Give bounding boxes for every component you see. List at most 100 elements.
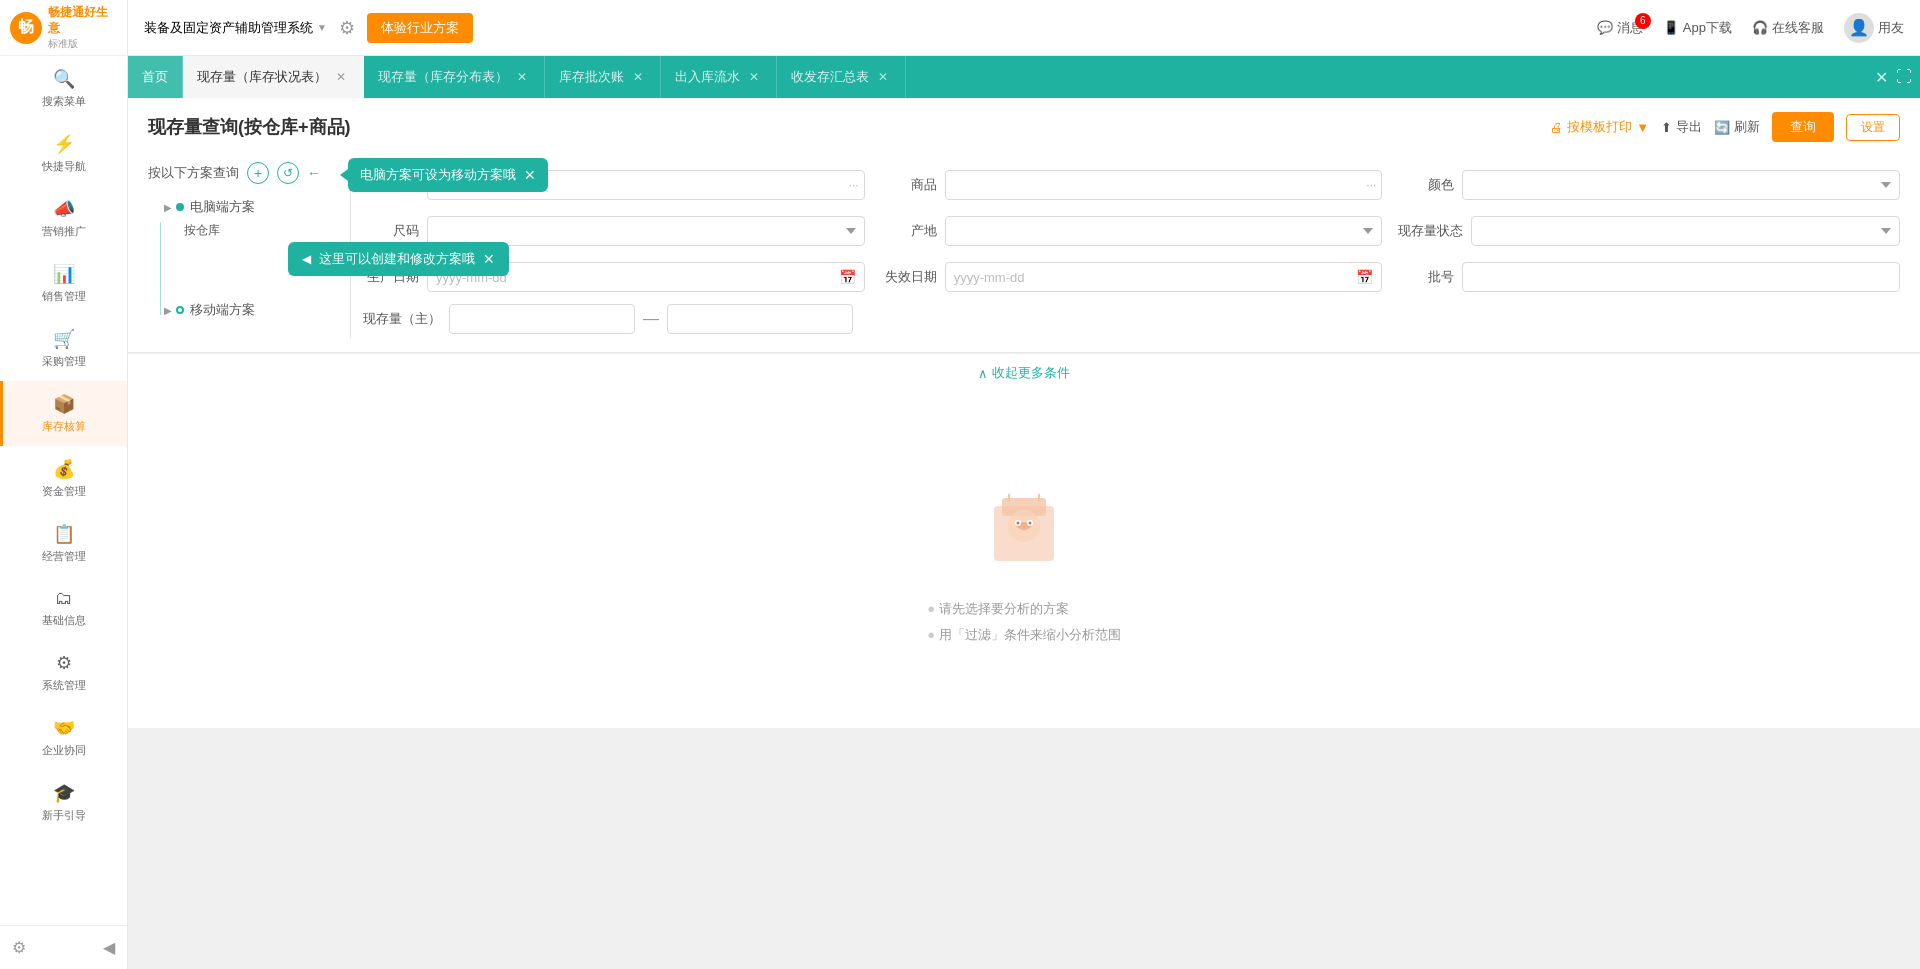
close-all-tabs-icon[interactable]: ✕ (1875, 68, 1888, 87)
experience-btn[interactable]: 体验行业方案 (367, 13, 473, 43)
logo-icon: 畅 (10, 12, 42, 44)
collapse-sidebar-icon[interactable]: ◀ (103, 938, 115, 957)
filter-exp-date: 失效日期 yyyy-mm-dd 📅 (881, 262, 1383, 292)
sidebar-item-inventory[interactable]: 📦 库存核算 (0, 381, 127, 446)
sidebar-item-purchase[interactable]: 🛒 采购管理 (0, 316, 127, 381)
empty-state: 请先选择要分析的方案 用「过滤」条件来缩小分析范围 (128, 396, 1920, 728)
sidebar-item-operations[interactable]: 📋 经营管理 (0, 511, 127, 576)
filter-stock-qty: 现存量（主） — (363, 304, 853, 334)
user-avatar-icon: 👤 (1849, 18, 1869, 37)
search-nav-icon: 🔍 (53, 68, 75, 90)
message-btn[interactable]: 💬 消息 6 (1597, 19, 1643, 37)
stock-status-label: 现存量状态 (1398, 222, 1463, 240)
sidebar-item-guide[interactable]: ⚡ 快捷导航 (0, 121, 127, 186)
add-schema-btn[interactable]: + (247, 162, 269, 184)
content-panel: 现存量查询(按仓库+商品) 🖨 按模板打印 ▼ ⬆ 导出 🔄 刷新 (128, 98, 1920, 728)
system-name: 装备及固定资产辅助管理系统 (144, 19, 313, 37)
page-title: 现存量查询(按仓库+商品) (148, 115, 351, 139)
refresh-icon: 🔄 (1714, 120, 1730, 135)
stock-status-select[interactable] (1471, 216, 1900, 246)
tab-close-inventory-status[interactable]: ✕ (333, 69, 349, 85)
origin-select[interactable] (945, 216, 1383, 246)
filter-row-1: 仓库 ··· 商品 ··· (363, 162, 1900, 208)
tab-close-recv-send[interactable]: ✕ (875, 69, 891, 85)
sidebar-item-search[interactable]: 🔍 搜索菜单 (0, 56, 127, 121)
refresh-btn[interactable]: 🔄 刷新 (1714, 118, 1760, 136)
settings-footer-icon[interactable]: ⚙ (12, 938, 26, 957)
inventory-icon: 📦 (53, 393, 75, 415)
system-icon: ⚙ (56, 652, 72, 674)
sidebar-logo: 畅 畅捷通好生意 标准版 (0, 0, 127, 56)
print-icon: 🖨 (1550, 120, 1563, 135)
mfg-date-calendar-icon: 📅 (839, 269, 856, 285)
guide-icon: ⚡ (53, 133, 75, 155)
settings-icon[interactable]: ⚙ (339, 17, 355, 39)
tooltip1-close-btn[interactable]: ✕ (524, 167, 536, 183)
sidebar-item-coop[interactable]: 🤝 企业协同 (0, 705, 127, 770)
refresh-schema-btn[interactable]: ↺ (277, 162, 299, 184)
tab-in-out-flow[interactable]: 出入库流水 ✕ (661, 56, 777, 98)
batch-input[interactable] (1462, 262, 1900, 292)
export-btn[interactable]: ⬆ 导出 (1661, 118, 1702, 136)
filter-batch: 批号 (1398, 262, 1900, 292)
print-template-btn[interactable]: 🖨 按模板打印 ▼ (1550, 118, 1649, 136)
filter-fields: 仓库 ··· 商品 ··· (363, 162, 1900, 338)
svg-point-6 (1029, 522, 1032, 525)
mobile-schema-dot (176, 306, 184, 314)
page-title-bar: 现存量查询(按仓库+商品) 🖨 按模板打印 ▼ ⬆ 导出 🔄 刷新 (128, 98, 1920, 152)
exp-date-label: 失效日期 (881, 268, 937, 286)
tab-home[interactable]: 首页 (128, 56, 183, 98)
sidebar-item-system[interactable]: ⚙ 系统管理 (0, 640, 127, 705)
tooltip2-close-btn[interactable]: ✕ (483, 251, 495, 267)
sidebar-item-label: 搜索菜单 (42, 94, 86, 109)
goods-label: 商品 (881, 176, 937, 194)
goods-input[interactable] (945, 170, 1383, 200)
app-download-btn[interactable]: 📱 App下载 (1663, 19, 1732, 37)
message-badge: 6 (1635, 13, 1651, 29)
color-label: 颜色 (1398, 176, 1454, 194)
filter-row-3: 生产日期 yyyy-mm-dd 📅 失效日期 yyyy-mm-dd (363, 254, 1900, 300)
sidebar-item-basic[interactable]: 🗂 基础信息 (0, 576, 127, 640)
user-btn[interactable]: 👤 用友 (1844, 13, 1904, 43)
purchase-icon: 🛒 (53, 328, 75, 350)
exp-date-input[interactable]: yyyy-mm-dd 📅 (945, 262, 1383, 292)
tab-recv-send-summary[interactable]: 收发存汇总表 ✕ (777, 56, 906, 98)
sidebar-item-marketing[interactable]: 📣 营销推广 (0, 186, 127, 251)
schema-mobile-row[interactable]: ▶ 移动端方案 (164, 299, 328, 321)
color-select[interactable] (1462, 170, 1900, 200)
schema-pc-row[interactable]: ▶ 电脑端方案 (164, 196, 328, 218)
exp-date-calendar-icon: 📅 (1356, 269, 1373, 285)
sidebar-footer: ⚙ ◀ (0, 925, 127, 969)
maximize-icon[interactable]: ⛶ (1896, 68, 1912, 86)
app-icon: 📱 (1663, 20, 1679, 35)
empty-illustration (974, 476, 1074, 576)
operations-icon: 📋 (53, 523, 75, 545)
system-selector[interactable]: 装备及固定资产辅助管理系统 ▼ (144, 19, 327, 37)
brand-sub: 标准版 (48, 37, 117, 50)
sidebar-item-sales[interactable]: 📊 销售管理 (0, 251, 127, 316)
filter-row-4: 现存量（主） — (363, 300, 1900, 338)
tab-close-inventory-batch[interactable]: ✕ (630, 69, 646, 85)
svg-point-5 (1017, 522, 1020, 525)
collapse-filter-btn[interactable]: ∧ 收起更多条件 (128, 353, 1920, 392)
sidebar: 畅 畅捷通好生意 标准版 🔍 搜索菜单 ⚡ 快捷导航 📣 营销推广 📊 销售管理… (0, 0, 128, 969)
sidebar-item-newbie[interactable]: 🎓 新手引导 (0, 770, 127, 835)
stock-qty-max-input[interactable] (667, 304, 853, 334)
tab-inventory-status[interactable]: 现存量（库存状况表） ✕ (183, 56, 364, 98)
tab-inventory-dist[interactable]: 现存量（库存分布表） ✕ (364, 56, 545, 98)
filter-area: 按以下方案查询 + ↺ ← 电脑方案可设为移动方案哦 ✕ (128, 152, 1920, 353)
stock-qty-min-input[interactable] (449, 304, 635, 334)
empty-tips: 请先选择要分析的方案 用「过滤」条件来缩小分析范围 (927, 596, 1120, 648)
goods-dots-icon: ··· (1366, 178, 1376, 192)
basic-icon: 🗂 (55, 588, 73, 609)
back-icon[interactable]: ← (307, 165, 321, 181)
tab-inventory-batch[interactable]: 库存批次账 ✕ (545, 56, 661, 98)
sidebar-item-finance[interactable]: 💰 资金管理 (0, 446, 127, 511)
setup-btn[interactable]: 设置 (1846, 114, 1900, 141)
coop-icon: 🤝 (53, 717, 75, 739)
support-btn[interactable]: 🎧 在线客服 (1752, 19, 1824, 37)
tab-close-inventory-dist[interactable]: ✕ (514, 69, 530, 85)
empty-tip-2: 用「过滤」条件来缩小分析范围 (927, 622, 1120, 648)
tab-close-in-out-flow[interactable]: ✕ (746, 69, 762, 85)
query-btn[interactable]: 查询 (1772, 112, 1834, 142)
